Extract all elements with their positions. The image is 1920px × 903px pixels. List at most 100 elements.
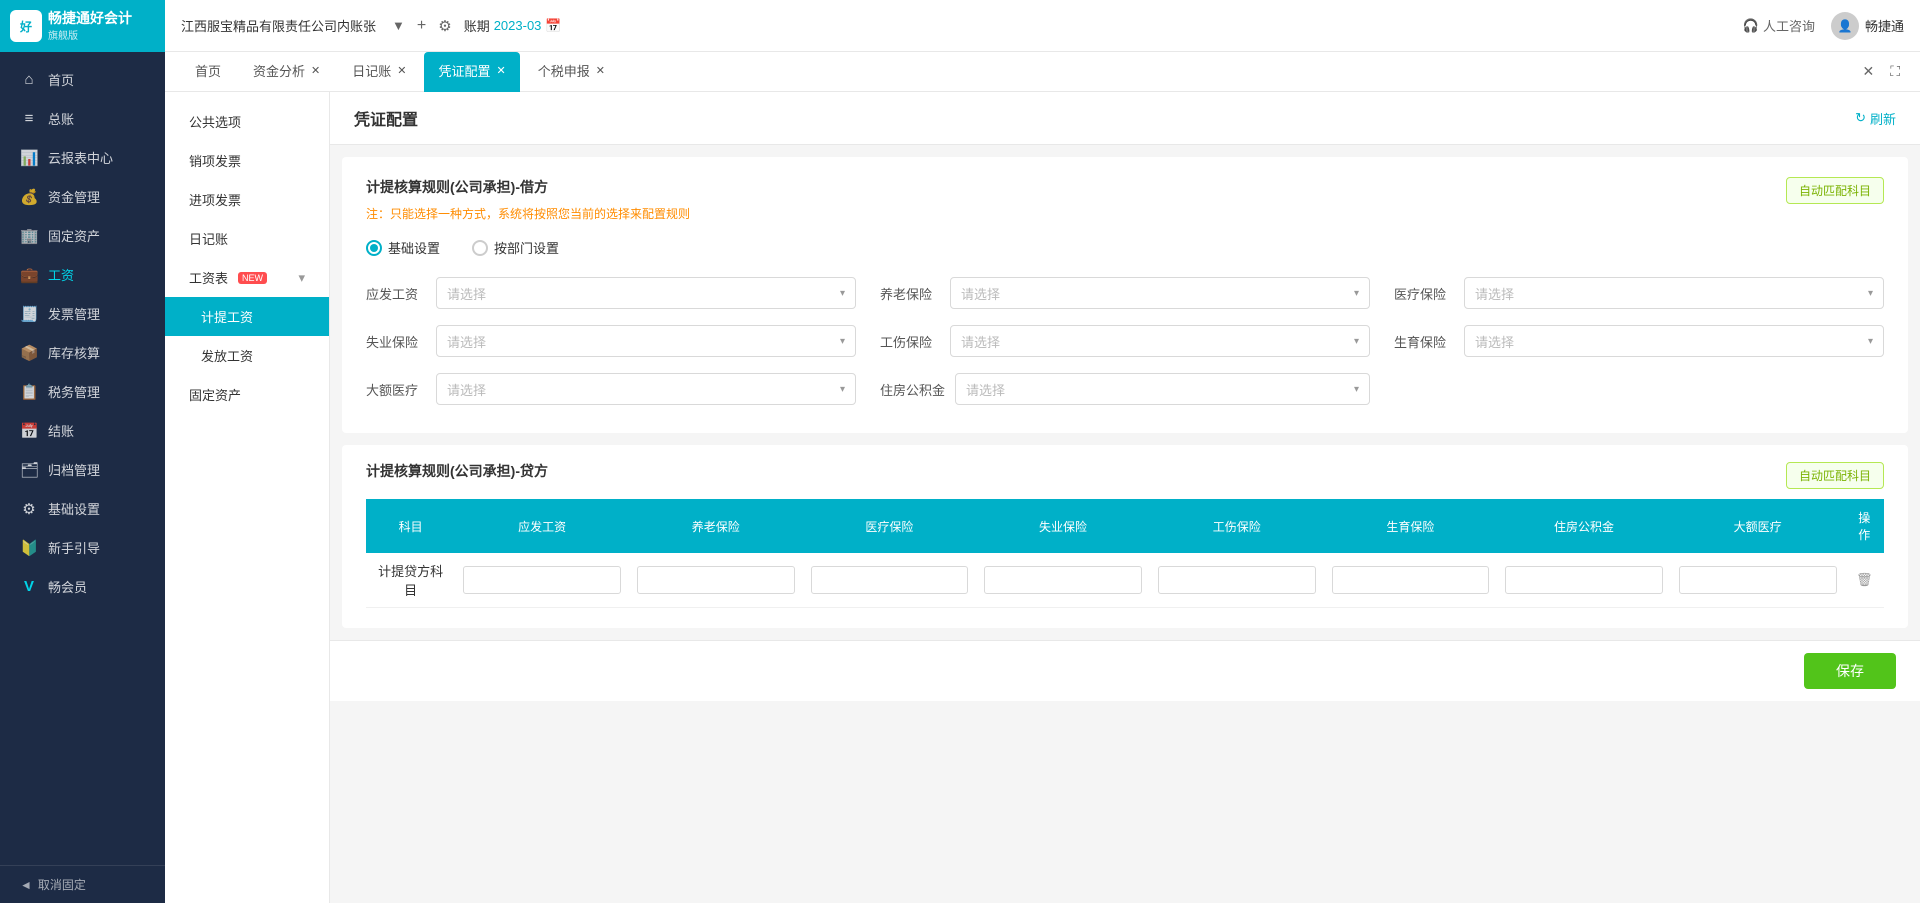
left-menu-public[interactable]: 公共选项: [165, 102, 329, 141]
sidebar-item-settings[interactable]: ⚙ 基础设置: [0, 489, 165, 528]
left-menu-journal[interactable]: 日记账: [165, 219, 329, 258]
page-content: 凭证配置 ↻ 刷新 计提核算规则(公司承担)-借方 注：只能选择一种方式，系统将…: [330, 92, 1920, 903]
close-funds-tab[interactable]: ✕: [311, 64, 320, 77]
input-dale[interactable]: [1679, 566, 1837, 594]
delete-row-btn[interactable]: 🗑: [1845, 553, 1885, 608]
select-zhufang-placeholder: 请选择: [966, 380, 1005, 399]
inventory-icon: 📦: [20, 344, 38, 362]
logo-text-container: 畅捷通好会计 旗舰版: [48, 10, 132, 42]
sidebar-unpin-btn[interactable]: ◄ 取消固定: [0, 865, 165, 903]
close-voucher-tab[interactable]: ✕: [497, 64, 506, 77]
close-tax-tab[interactable]: ✕: [596, 64, 605, 77]
left-menu-sales[interactable]: 销项发票: [165, 141, 329, 180]
col-gsbx: 工伤保险: [1150, 499, 1324, 553]
content-area: 公共选项 销项发票 进项发票 日记账 工资表 NEW ▾ 计提工资 发放工资: [165, 92, 1920, 903]
field-zhufang: 住房公积金 请选择 ▾: [880, 373, 1370, 405]
service-btn[interactable]: 🎧 人工咨询: [1743, 16, 1815, 35]
label-sybx2: 生育保险: [1394, 332, 1454, 351]
select-gsbx[interactable]: 请选择 ▾: [950, 325, 1370, 357]
sidebar-item-ledger[interactable]: ≡ 总账: [0, 99, 165, 138]
select-sybx-arrow: ▾: [840, 336, 845, 347]
left-menu-purchase[interactable]: 进项发票: [165, 180, 329, 219]
user-name: 畅捷通: [1865, 16, 1904, 35]
app-name: 畅捷通好会计: [48, 10, 132, 27]
select-yfgz-placeholder: 请选择: [447, 284, 486, 303]
input-zhufang[interactable]: [1505, 566, 1663, 594]
sidebar-item-salary[interactable]: 💼 工资: [0, 255, 165, 294]
tab-funds[interactable]: 资金分析 ✕: [239, 52, 334, 92]
topbar: 江西服宝精品有限责任公司内账张 ▼ + ⚙ 账期 2023-03 📅 🎧 人工咨…: [165, 0, 1920, 52]
sidebar-item-assets[interactable]: 🏢 固定资产: [0, 216, 165, 255]
debit-notice-text: 注：只能选择一种方式，系统将按照您当前的选择来配置规则: [366, 205, 690, 222]
refresh-btn[interactable]: ↻ 刷新: [1855, 109, 1896, 128]
select-yfgz[interactable]: 请选择 ▾: [436, 277, 856, 309]
tab-voucher[interactable]: 凭证配置 ✕: [424, 52, 519, 92]
left-menu-pay-salary[interactable]: 发放工资: [165, 336, 329, 375]
company-dropdown-icon[interactable]: ▼: [392, 18, 405, 33]
user-menu[interactable]: 👤 畅捷通: [1831, 12, 1904, 40]
expand-window-btn[interactable]: ⛶: [1886, 59, 1904, 84]
input-yfgz[interactable]: [463, 566, 621, 594]
calendar-icon[interactable]: 📅: [545, 18, 561, 34]
input-ylbx[interactable]: [637, 566, 795, 594]
select-dale[interactable]: 请选择 ▾: [436, 373, 856, 405]
close-journal-tab[interactable]: ✕: [397, 64, 406, 77]
col-yfgz: 应发工资: [455, 499, 629, 553]
input-sybx2[interactable]: [1332, 566, 1490, 594]
radio-basic[interactable]: 基础设置: [366, 238, 440, 257]
credit-auto-match-btn[interactable]: 自动匹配科目: [1786, 462, 1884, 489]
tab-home[interactable]: 首页: [181, 52, 235, 92]
col-action: 操作: [1845, 499, 1885, 553]
sidebar-item-guide[interactable]: 🔰 新手引导: [0, 528, 165, 567]
page-title: 凭证配置: [354, 106, 418, 130]
app-sub: 旗舰版: [48, 27, 132, 42]
select-sybx2[interactable]: 请选择 ▾: [1464, 325, 1884, 357]
col-ylbx2: 医疗保险: [803, 499, 977, 553]
input-gsbx[interactable]: [1158, 566, 1316, 594]
tab-journal[interactable]: 日记账 ✕: [338, 52, 420, 92]
sidebar-item-vip[interactable]: V 畅会员: [0, 567, 165, 606]
sidebar-item-archive[interactable]: 🗂 归档管理: [0, 450, 165, 489]
input-sybx[interactable]: [984, 566, 1142, 594]
company-name: 江西服宝精品有限责任公司内账张: [181, 16, 376, 35]
main-panel: 江西服宝精品有限责任公司内账张 ▼ + ⚙ 账期 2023-03 📅 🎧 人工咨…: [165, 0, 1920, 903]
label-yfgz: 应发工资: [366, 284, 426, 303]
left-menu-salary-table[interactable]: 工资表 NEW ▾: [165, 258, 329, 297]
save-button[interactable]: 保存: [1804, 653, 1896, 689]
settings-gear-icon[interactable]: ⚙: [438, 17, 451, 35]
left-arrow-icon: ◄: [20, 878, 32, 892]
left-menu-calc-salary[interactable]: 计提工资: [165, 297, 329, 336]
left-menu-fixed-assets[interactable]: 固定资产: [165, 375, 329, 414]
table-row: 计提贷方科目 🗑: [366, 553, 1884, 608]
add-company-btn[interactable]: +: [417, 17, 426, 35]
debit-section-title: 计提核算规则(公司承担)-借方: [366, 177, 690, 197]
field-yfgz: 应发工资 请选择 ▾: [366, 277, 856, 309]
assets-icon: 🏢: [20, 227, 38, 245]
field-sybx: 失业保险 请选择 ▾: [366, 325, 856, 357]
sidebar: 好 畅捷通好会计 旗舰版 ⌂ 首页 ≡ 总账 📊 云报表中心 💰 资金管理 🏢 …: [0, 0, 165, 903]
sidebar-item-closing[interactable]: 📅 结账: [0, 411, 165, 450]
refresh-icon: ↻: [1855, 110, 1866, 126]
input-ylbx2[interactable]: [811, 566, 969, 594]
tab-tax[interactable]: 个税申报 ✕: [524, 52, 619, 92]
field-ylbx2: 医疗保险 请选择 ▾: [1394, 277, 1884, 309]
select-ylbx2[interactable]: 请选择 ▾: [1464, 277, 1884, 309]
select-ylbx[interactable]: 请选择 ▾: [950, 277, 1370, 309]
field-sybx2: 生育保险 请选择 ▾: [1394, 325, 1884, 357]
debit-section: 计提核算规则(公司承担)-借方 注：只能选择一种方式，系统将按照您当前的选择来配…: [342, 157, 1908, 433]
select-sybx[interactable]: 请选择 ▾: [436, 325, 856, 357]
sidebar-item-invoice[interactable]: 🧾 发票管理: [0, 294, 165, 333]
sidebar-item-tax[interactable]: 📋 税务管理: [0, 372, 165, 411]
sidebar-item-reports[interactable]: 📊 云报表中心: [0, 138, 165, 177]
sidebar-item-funds[interactable]: 💰 资金管理: [0, 177, 165, 216]
close-window-btn[interactable]: ✕: [1858, 59, 1878, 84]
credit-table: 科目 应发工资 养老保险 医疗保险 失业保险 工伤保险 生育保险 住房公积金 大…: [366, 499, 1884, 608]
radio-dept[interactable]: 按部门设置: [472, 238, 559, 257]
credit-section-title: 计提核算规则(公司承担)-贷方: [366, 461, 548, 481]
select-zhufang[interactable]: 请选择 ▾: [955, 373, 1370, 405]
field-gsbx: 工伤保险 请选择 ▾: [880, 325, 1370, 357]
debit-auto-match-btn[interactable]: 自动匹配科目: [1786, 177, 1884, 204]
sidebar-item-home[interactable]: ⌂ 首页: [0, 60, 165, 99]
radio-group: 基础设置 按部门设置: [366, 238, 1884, 257]
sidebar-item-inventory[interactable]: 📦 库存核算: [0, 333, 165, 372]
